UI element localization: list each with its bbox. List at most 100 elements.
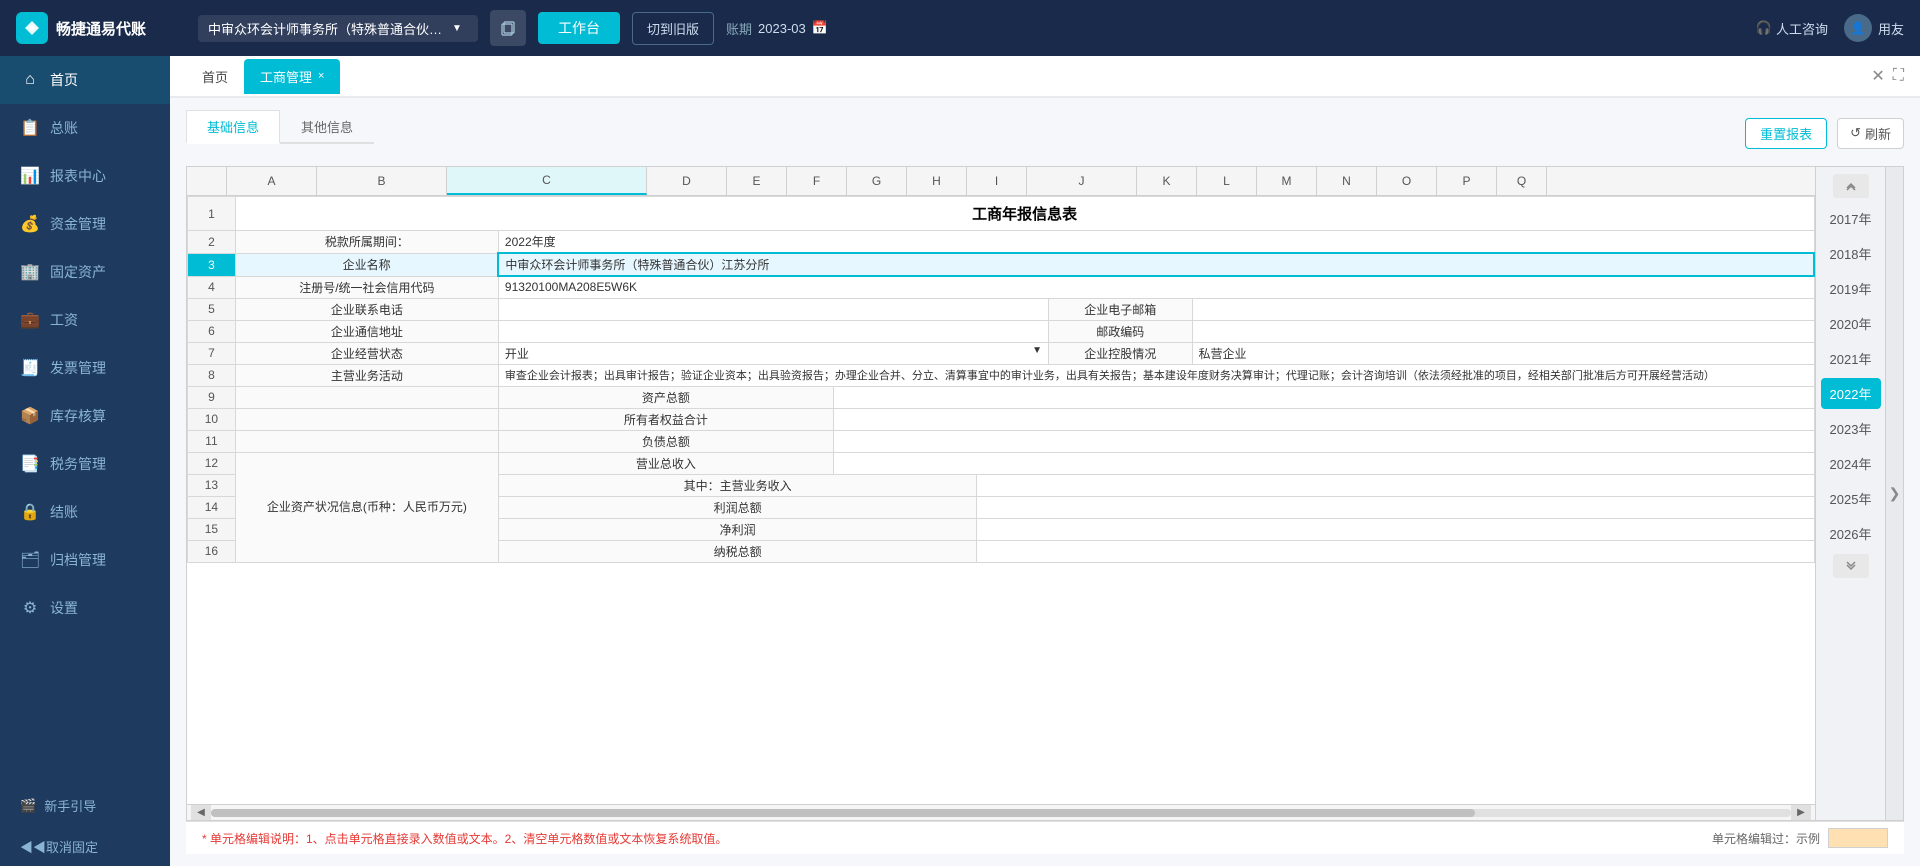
year-item-2017[interactable]: 2017年: [1821, 203, 1881, 234]
label-tel: 企业联系电话: [235, 298, 498, 320]
sidebar-item-settings[interactable]: ⚙ 设置: [0, 584, 170, 632]
sidebar-item-assets[interactable]: 🏢 固定资产: [0, 248, 170, 296]
sidebar-item-report[interactable]: 📊 报表中心: [0, 152, 170, 200]
year-item-2025[interactable]: 2025年: [1821, 483, 1881, 514]
col-header-I: I: [967, 167, 1027, 195]
value-reg-code[interactable]: 91320100MA208E5W6K: [498, 276, 1814, 298]
workbench-button[interactable]: 工作台: [538, 12, 620, 44]
sidebar-item-home[interactable]: ⌂ 首页: [0, 56, 170, 104]
value-address[interactable]: [498, 320, 1048, 342]
col-header-O: O: [1377, 167, 1437, 195]
copy-button[interactable]: [490, 10, 526, 46]
label-reg-code: 注册号/统一社会信用代码: [235, 276, 498, 298]
value-tel[interactable]: [498, 298, 1048, 320]
tab-business[interactable]: 工商管理 ×: [244, 59, 340, 94]
sidebar-item-inventory[interactable]: 📦 库存核算: [0, 392, 170, 440]
tax-icon: 📑: [20, 454, 40, 474]
spreadsheet-wrapper: A B C D E F G H I J K L: [186, 166, 1904, 821]
pin-label: ◀◀取消固定: [20, 837, 98, 856]
pin-sidebar[interactable]: ◀◀取消固定: [0, 827, 170, 866]
value-equity[interactable]: [833, 408, 1814, 430]
scroll-track[interactable]: [211, 809, 1791, 817]
close-panel-icon[interactable]: ✕: [1871, 66, 1884, 86]
value-total-assets[interactable]: [833, 386, 1814, 408]
year-panel: 2017年 2018年 2019年 2020年 2021年 2022年 2023…: [1815, 167, 1885, 820]
value-liabilities[interactable]: [833, 430, 1814, 452]
reset-report-button[interactable]: 重置报表: [1745, 118, 1827, 149]
top-toolbar: 基础信息 其他信息 重置报表 ↺ 刷新: [186, 110, 1904, 156]
scroll-thumb[interactable]: [211, 809, 1475, 817]
user-area[interactable]: 👤 用友: [1844, 14, 1904, 42]
sidebar-item-finance[interactable]: 💰 资金管理: [0, 200, 170, 248]
tab-home[interactable]: 首页: [186, 59, 244, 94]
help-button[interactable]: 🎧 人工咨询: [1756, 19, 1828, 38]
company-selector[interactable]: 中审众环会计师事务所（特殊普通合伙… ▼: [198, 15, 478, 42]
sidebar-item-invoice[interactable]: 🧾 发票管理: [0, 344, 170, 392]
col-header-B: B: [317, 167, 447, 195]
row-num-4: 4: [188, 276, 236, 298]
value-main-revenue[interactable]: [977, 474, 1814, 496]
year-up-button[interactable]: [1833, 174, 1869, 198]
value-company-name[interactable]: 中审众环会计师事务所（特殊普通合伙）江苏分所: [498, 253, 1814, 276]
value-main-biz[interactable]: 审查企业会计报表；出具审计报告；验证企业资本；出具验资报告；办理企业合并、分立、…: [498, 364, 1814, 386]
old-version-button[interactable]: 切到旧版: [632, 12, 714, 45]
right-collapse-panel[interactable]: ❯: [1885, 167, 1903, 820]
sidebar-item-salary[interactable]: 💼 工资: [0, 296, 170, 344]
new-user-guide[interactable]: 🎬 新手引导: [0, 784, 170, 827]
value-net-profit[interactable]: [977, 518, 1814, 540]
content-area: 首页 工商管理 × ✕ ⛶ 基础信息: [170, 56, 1920, 866]
value-biz-status[interactable]: 开业 ▼: [498, 342, 1048, 364]
col-header-D: D: [647, 167, 727, 195]
edited-cell-label: 单元格编辑过：示例: [1712, 830, 1820, 847]
sidebar-item-archive[interactable]: 🗂 归档管理: [0, 536, 170, 584]
sidebar-item-tax[interactable]: 📑 税务管理: [0, 440, 170, 488]
calendar-icon[interactable]: 📅: [812, 20, 828, 36]
new-user-label: 新手引导: [44, 796, 96, 815]
headset-icon: 🎧: [1756, 20, 1772, 36]
sidebar-item-label: 发票管理: [50, 358, 106, 378]
label-address: 企业通信地址: [235, 320, 498, 342]
sub-tab-basic[interactable]: 基础信息: [186, 110, 280, 144]
sidebar-item-ledger[interactable]: 📋 总账: [0, 104, 170, 152]
value-total-revenue[interactable]: [833, 452, 1814, 474]
label-total-profit: 利润总额: [498, 496, 976, 518]
year-item-2022[interactable]: 2022年: [1821, 378, 1881, 409]
year-item-2018[interactable]: 2018年: [1821, 238, 1881, 269]
collapse-icon: ❯: [1889, 485, 1901, 502]
expand-icon[interactable]: ⛶: [1893, 67, 1904, 85]
year-item-2024[interactable]: 2024年: [1821, 448, 1881, 479]
year-item-2026[interactable]: 2026年: [1821, 518, 1881, 549]
sidebar-item-close[interactable]: 🔒 结账: [0, 488, 170, 536]
value-postcode[interactable]: [1192, 320, 1814, 342]
sheet-body[interactable]: 1 工商年报信息表 2 税款所属期间： 2022年度: [187, 196, 1815, 804]
title-cell[interactable]: 工商年报信息表: [235, 197, 1814, 231]
year-item-2020[interactable]: 2020年: [1821, 308, 1881, 339]
sub-tab-other[interactable]: 其他信息: [280, 110, 374, 142]
tab-close-button[interactable]: ×: [318, 70, 324, 82]
col-header-M: M: [1257, 167, 1317, 195]
value-total-tax[interactable]: [977, 540, 1814, 562]
main-layout: ⌂ 首页 📋 总账 📊 报表中心 💰 资金管理 🏢 固定资产 💼 工资 🧾 发票…: [0, 56, 1920, 866]
status-right: 单元格编辑过：示例: [1712, 828, 1888, 848]
user-avatar: 👤: [1844, 14, 1872, 42]
refresh-button[interactable]: ↺ 刷新: [1837, 118, 1904, 149]
value-tax-period[interactable]: 2022年度: [498, 231, 1814, 254]
year-item-2021[interactable]: 2021年: [1821, 343, 1881, 374]
value-email[interactable]: [1192, 298, 1814, 320]
spreadsheet-container: A B C D E F G H I J K L: [186, 166, 1904, 854]
year-item-2023[interactable]: 2023年: [1821, 413, 1881, 444]
sidebar-item-label: 工资: [50, 310, 78, 330]
horizontal-scrollbar[interactable]: ◀ ▶: [187, 804, 1815, 820]
table-row: 2 税款所属期间： 2022年度: [188, 231, 1815, 254]
label-tax-period: 税款所属期间：: [235, 231, 498, 254]
sub-tab-bar: 基础信息 其他信息: [186, 110, 374, 144]
scroll-right-arrow[interactable]: ▶: [1791, 805, 1811, 821]
scroll-left-arrow[interactable]: ◀: [191, 805, 211, 821]
value-total-profit[interactable]: [977, 496, 1814, 518]
salary-icon: 💼: [20, 310, 40, 330]
refresh-label: 刷新: [1865, 124, 1891, 143]
year-item-2019[interactable]: 2019年: [1821, 273, 1881, 304]
company-dropdown-arrow: ▼: [452, 23, 462, 34]
value-control-status[interactable]: 私营企业: [1192, 342, 1814, 364]
year-down-button[interactable]: [1833, 554, 1869, 578]
